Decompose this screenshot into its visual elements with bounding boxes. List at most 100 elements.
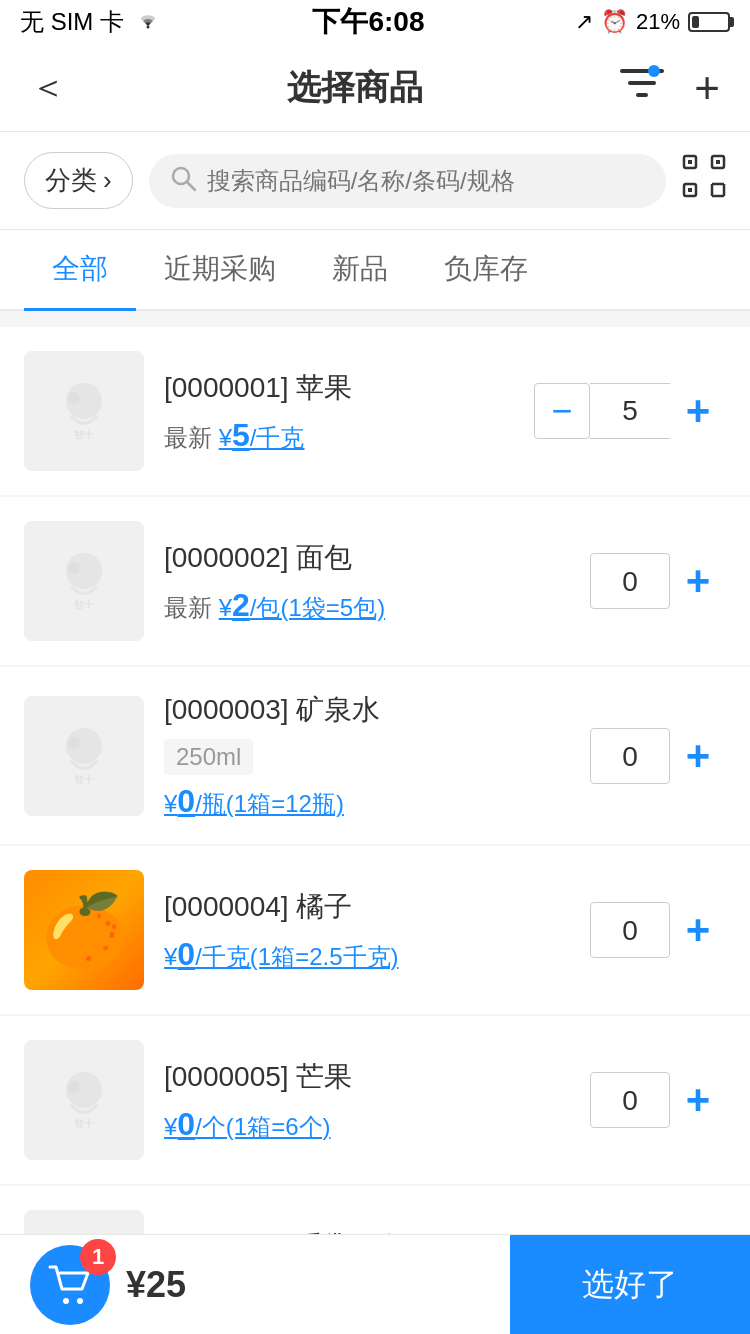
- product-name: [0000004] 橘子: [164, 888, 570, 926]
- svg-text:智十: 智十: [74, 429, 94, 440]
- quantity-display: 0: [590, 1072, 670, 1128]
- product-info: [0000002] 面包 最新 ¥2/包(1袋=5包): [164, 539, 570, 624]
- list-item: 智十 [0000002] 面包 最新 ¥2/包(1袋=5包) 0 +: [0, 497, 750, 665]
- status-right: ↗ ⏰ 21%: [575, 9, 730, 35]
- list-item: 🍊 [0000004] 橘子 ¥0/千克(1箱=2.5千克) 0 +: [0, 846, 750, 1014]
- add-button[interactable]: +: [694, 63, 720, 113]
- time-display: 下午6:08: [312, 3, 424, 41]
- svg-point-0: [147, 26, 150, 29]
- svg-point-36: [77, 1298, 83, 1304]
- confirm-button[interactable]: 选好了: [510, 1235, 750, 1335]
- product-info: [0000003] 矿泉水 250ml ¥0/瓶(1箱=12瓶): [164, 691, 570, 820]
- tab-negative[interactable]: 负库存: [416, 230, 556, 311]
- filter-button[interactable]: [620, 65, 664, 110]
- status-bar: 无 SIM 卡 下午6:08 ↗ ⏰ 21%: [0, 0, 750, 44]
- battery-percent: 21%: [636, 9, 680, 35]
- svg-rect-12: [688, 188, 692, 192]
- product-price: ¥0/千克(1箱=2.5千克): [164, 936, 570, 973]
- product-image: 智十: [24, 1040, 144, 1160]
- cart-area: 1 ¥25: [0, 1245, 510, 1325]
- increase-button[interactable]: +: [670, 728, 726, 784]
- svg-rect-10: [688, 160, 692, 164]
- svg-rect-3: [636, 93, 648, 97]
- tab-bar: 全部 近期采购 新品 负库存: [0, 230, 750, 311]
- product-name: [0000003] 矿泉水: [164, 691, 570, 729]
- product-name: [0000005] 芒果: [164, 1058, 570, 1096]
- qty-control: − +: [534, 383, 726, 439]
- svg-line-6: [187, 182, 195, 190]
- cart-button[interactable]: 1: [30, 1245, 110, 1325]
- list-item: 智十 [0000003] 矿泉水 250ml ¥0/瓶(1箱=12瓶) 0 +: [0, 667, 750, 844]
- tab-all[interactable]: 全部: [24, 230, 136, 311]
- svg-point-18: [68, 392, 80, 404]
- svg-text:智十: 智十: [74, 774, 94, 785]
- category-label: 分类: [45, 163, 97, 198]
- product-name: [0000002] 面包: [164, 539, 570, 577]
- qty-control: 0 +: [590, 728, 726, 784]
- product-image: 智十: [24, 351, 144, 471]
- increase-button[interactable]: +: [670, 1072, 726, 1128]
- svg-point-21: [68, 562, 80, 574]
- back-button[interactable]: ＜: [30, 63, 90, 112]
- category-button[interactable]: 分类 ›: [24, 152, 133, 209]
- product-price: 最新 ¥2/包(1袋=5包): [164, 587, 570, 624]
- page-title: 选择商品: [287, 65, 423, 111]
- svg-point-35: [63, 1298, 69, 1304]
- product-info: [0000005] 芒果 ¥0/个(1箱=6个): [164, 1058, 570, 1143]
- product-price: ¥0/瓶(1箱=12瓶): [164, 783, 570, 820]
- search-input[interactable]: [207, 167, 646, 195]
- bottom-bar: 1 ¥25 选好了: [0, 1234, 750, 1334]
- decrease-button[interactable]: −: [534, 383, 590, 439]
- quantity-display: 0: [590, 728, 670, 784]
- increase-button[interactable]: +: [670, 553, 726, 609]
- svg-rect-2: [628, 81, 656, 85]
- svg-rect-11: [716, 160, 720, 164]
- svg-text:智十: 智十: [74, 599, 94, 610]
- status-left: 无 SIM 卡: [20, 6, 162, 38]
- quantity-display: 0: [590, 902, 670, 958]
- nav-actions: +: [620, 63, 720, 113]
- quantity-display: 0: [590, 553, 670, 609]
- placeholder-icon: 智十: [49, 721, 119, 791]
- tab-recent[interactable]: 近期采购: [136, 230, 304, 311]
- product-info: [0000001] 苹果 最新 ¥5/千克: [164, 369, 514, 454]
- wifi-icon: [134, 8, 162, 36]
- qty-control: 0 +: [590, 902, 726, 958]
- qty-control: 0 +: [590, 553, 726, 609]
- carrier-text: 无 SIM 卡: [20, 6, 124, 38]
- quantity-input[interactable]: [590, 383, 670, 439]
- increase-button[interactable]: +: [670, 383, 726, 439]
- product-price: 最新 ¥5/千克: [164, 417, 514, 454]
- svg-point-27: [68, 1081, 80, 1093]
- alarm-icon: ⏰: [601, 9, 628, 35]
- svg-point-4: [648, 65, 660, 77]
- filter-bar: 分类 ›: [0, 132, 750, 230]
- tab-new[interactable]: 新品: [304, 230, 416, 311]
- increase-button[interactable]: +: [670, 902, 726, 958]
- search-box: [149, 154, 666, 208]
- list-item: 智十 [0000001] 苹果 最新 ¥5/千克 − +: [0, 327, 750, 495]
- search-icon: [169, 164, 197, 198]
- product-spec: 250ml: [164, 739, 253, 775]
- product-image: 智十: [24, 521, 144, 641]
- battery-icon: [688, 12, 730, 32]
- scan-button[interactable]: [682, 154, 726, 207]
- product-info: [0000004] 橘子 ¥0/千克(1箱=2.5千克): [164, 888, 570, 973]
- location-icon: ↗: [575, 9, 593, 35]
- svg-point-24: [68, 737, 80, 749]
- placeholder-icon: 智十: [49, 1065, 119, 1135]
- product-image: 智十: [24, 696, 144, 816]
- product-image: 🍊: [24, 870, 144, 990]
- product-list: 智十 [0000001] 苹果 最新 ¥5/千克 − + 智十 [0000002…: [0, 311, 750, 1334]
- svg-text:智十: 智十: [74, 1118, 94, 1129]
- category-chevron: ›: [103, 165, 112, 196]
- placeholder-icon: 智十: [49, 376, 119, 446]
- qty-control: 0 +: [590, 1072, 726, 1128]
- cart-badge: 1: [80, 1239, 116, 1275]
- cart-total: ¥25: [126, 1264, 186, 1306]
- product-name: [0000001] 苹果: [164, 369, 514, 407]
- placeholder-icon: 智十: [49, 546, 119, 616]
- product-price: ¥0/个(1箱=6个): [164, 1106, 570, 1143]
- nav-bar: ＜ 选择商品 +: [0, 44, 750, 132]
- list-item: 智十 [0000005] 芒果 ¥0/个(1箱=6个) 0 +: [0, 1016, 750, 1184]
